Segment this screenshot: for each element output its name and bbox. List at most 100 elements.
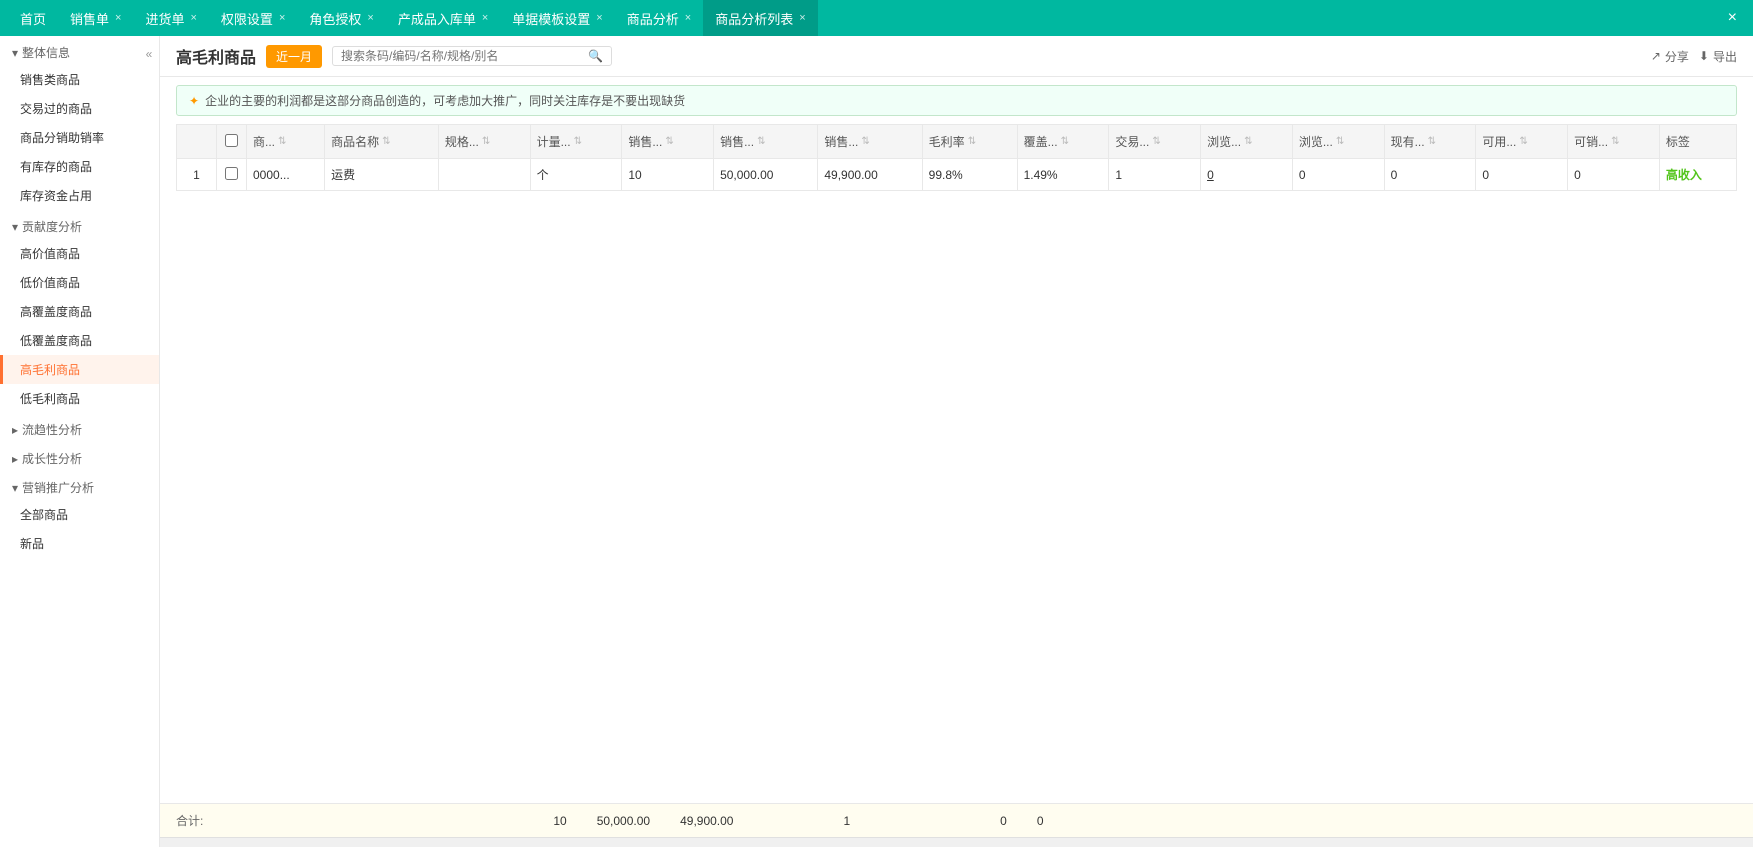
cell-checkbox[interactable] <box>217 159 247 191</box>
cell-sales-cost: 49,900.00 <box>818 159 922 191</box>
chevron-down-icon-2 <box>12 220 18 234</box>
nav-role-auth[interactable]: 角色授权 × <box>297 0 385 36</box>
sort-icon-views2[interactable]: ⇅ <box>1336 136 1344 147</box>
share-button[interactable]: ↗ 分享 <box>1651 48 1689 65</box>
cell-coverage: 1.49% <box>1017 159 1109 191</box>
nav-purchase-order[interactable]: 进货单 × <box>133 0 208 36</box>
footer-stock-sellable: 0 <box>1037 814 1044 828</box>
sidebar-item-sales-goods[interactable]: 销售类商品 <box>0 65 159 94</box>
nav-product-analysis[interactable]: 商品分析 × <box>615 0 703 36</box>
nav-product-analysis-close[interactable]: × <box>685 12 691 24</box>
th-views1[interactable]: 浏览... ⇅ <box>1201 125 1293 159</box>
sidebar-item-high-coverage[interactable]: 高覆盖度商品 <box>0 297 159 326</box>
sidebar-group-growth[interactable]: 成长性分析 <box>0 442 159 471</box>
sort-icon-unit[interactable]: ⇅ <box>574 136 582 147</box>
th-tag: 标签 <box>1659 125 1736 159</box>
th-checkbox[interactable] <box>217 125 247 159</box>
top-navigation: 首页 销售单 × 进货单 × 权限设置 × 角色授权 × 产成品入库单 × 单据… <box>0 0 1753 36</box>
nav-sales-order[interactable]: 销售单 × <box>58 0 133 36</box>
sidebar-item-high-value[interactable]: 高价值商品 <box>0 239 159 268</box>
sidebar-item-low-margin[interactable]: 低毛利商品 <box>0 384 159 413</box>
sidebar-item-distribution-rate[interactable]: 商品分销助销率 <box>0 123 159 152</box>
nav-template-settings-close[interactable]: × <box>596 12 602 24</box>
th-stock-available[interactable]: 可用... ⇅ <box>1476 125 1568 159</box>
sort-icon-stock-available[interactable]: ⇅ <box>1519 136 1527 147</box>
cell-gross-margin: 99.8% <box>922 159 1017 191</box>
sort-icon-transactions[interactable]: ⇅ <box>1152 136 1160 147</box>
sort-icon-sales-amount[interactable]: ⇅ <box>757 136 765 147</box>
select-all-checkbox[interactable] <box>225 134 238 147</box>
nav-permission-settings[interactable]: 权限设置 × <box>209 0 297 36</box>
row-checkbox[interactable] <box>225 167 238 180</box>
cell-code: 0000... <box>247 159 325 191</box>
sidebar-item-stock-capital[interactable]: 库存资金占用 <box>0 181 159 210</box>
nav-template-settings[interactable]: 单据模板设置 × <box>500 0 614 36</box>
th-stock-current[interactable]: 现有... ⇅ <box>1384 125 1476 159</box>
sidebar-group-marketing[interactable]: 营销推广分析 <box>0 471 159 500</box>
th-transactions[interactable]: 交易... ⇅ <box>1109 125 1201 159</box>
nav-purchase-order-close[interactable]: × <box>190 12 196 24</box>
nav-sales-order-close[interactable]: × <box>115 12 121 24</box>
sort-icon-views1[interactable]: ⇅ <box>1244 136 1252 147</box>
sidebar: 整体信息 销售类商品 交易过的商品 商品分销助销率 有库存的商品 库存资金占用 … <box>0 36 160 847</box>
chevron-right-icon <box>12 423 18 437</box>
sidebar-group-overall[interactable]: 整体信息 <box>0 36 159 65</box>
filter-recent-month-button[interactable]: 近一月 <box>266 45 322 68</box>
cell-transactions: 1 <box>1109 159 1201 191</box>
sort-icon-sales-cost[interactable]: ⇅ <box>861 136 869 147</box>
th-sales-qty[interactable]: 销售... ⇅ <box>622 125 714 159</box>
sidebar-item-stocked-goods[interactable]: 有库存的商品 <box>0 152 159 181</box>
th-stock-sellable[interactable]: 可销... ⇅ <box>1568 125 1660 159</box>
sidebar-group-trend[interactable]: 流趋性分析 <box>0 413 159 442</box>
nav-role-auth-close[interactable]: × <box>367 12 373 24</box>
export-button[interactable]: ⬇ 导出 <box>1699 48 1737 65</box>
th-unit[interactable]: 计量... ⇅ <box>530 125 622 159</box>
header-actions: ↗ 分享 ⬇ 导出 <box>1651 48 1737 65</box>
footer-bar: 合计: 10 50,000.00 49,900.00 1 0 0 <box>160 803 1753 837</box>
sort-icon-code[interactable]: ⇅ <box>278 136 286 147</box>
window-close-button[interactable]: × <box>1720 9 1745 27</box>
sidebar-group-contribution[interactable]: 贡献度分析 <box>0 210 159 239</box>
nav-home[interactable]: 首页 <box>8 0 58 36</box>
search-icon[interactable]: 🔍 <box>588 49 603 63</box>
info-icon: ✦ <box>189 94 199 108</box>
footer-sales-amount: 50,000.00 <box>597 814 650 828</box>
sidebar-item-low-value[interactable]: 低价值商品 <box>0 268 159 297</box>
sidebar-item-traded-goods[interactable]: 交易过的商品 <box>0 94 159 123</box>
nav-product-analysis-list[interactable]: 商品分析列表 × <box>703 0 817 36</box>
sidebar-item-high-margin[interactable]: 高毛利商品 <box>0 355 159 384</box>
th-coverage[interactable]: 覆盖... ⇅ <box>1017 125 1109 159</box>
sort-icon-coverage[interactable]: ⇅ <box>1061 136 1069 147</box>
th-name[interactable]: 商品名称 ⇅ <box>325 125 439 159</box>
sort-icon-spec[interactable]: ⇅ <box>482 136 490 147</box>
sidebar-collapse-button[interactable] <box>139 44 159 64</box>
sort-icon-sales-qty[interactable]: ⇅ <box>665 136 673 147</box>
share-icon: ↗ <box>1651 49 1661 63</box>
sidebar-item-all-goods[interactable]: 全部商品 <box>0 500 159 529</box>
nav-product-inbound[interactable]: 产成品入库单 × <box>386 0 500 36</box>
table-wrapper[interactable]: 商... ⇅ 商品名称 ⇅ 规格... <box>160 124 1753 803</box>
nav-permission-settings-close[interactable]: × <box>279 12 285 24</box>
sort-icon-name[interactable]: ⇅ <box>382 136 390 147</box>
cell-index: 1 <box>177 159 217 191</box>
th-code[interactable]: 商... ⇅ <box>247 125 325 159</box>
search-input[interactable] <box>341 49 584 63</box>
th-spec[interactable]: 规格... ⇅ <box>438 125 530 159</box>
th-sales-cost[interactable]: 销售... ⇅ <box>818 125 922 159</box>
sidebar-item-new-products[interactable]: 新品 <box>0 529 159 558</box>
sort-icon-stock-current[interactable]: ⇅ <box>1428 136 1436 147</box>
footer-sales-qty: 10 <box>553 814 566 828</box>
table-body: 1 0000... 运费 个 10 50,000.00 49,900.00 99… <box>177 159 1737 191</box>
horizontal-scrollbar[interactable] <box>160 837 1753 847</box>
sort-icon-gross-margin[interactable]: ⇅ <box>968 136 976 147</box>
nav-product-inbound-close[interactable]: × <box>482 12 488 24</box>
cell-views1[interactable]: 0 <box>1201 159 1293 191</box>
th-sales-amount[interactable]: 销售... ⇅ <box>714 125 818 159</box>
sidebar-item-low-coverage[interactable]: 低覆盖度商品 <box>0 326 159 355</box>
search-box[interactable]: 🔍 <box>332 46 612 66</box>
nav-product-analysis-list-close[interactable]: × <box>799 12 805 24</box>
th-gross-margin[interactable]: 毛利率 ⇅ <box>922 125 1017 159</box>
th-views2[interactable]: 浏览... ⇅ <box>1292 125 1384 159</box>
sort-icon-stock-sellable[interactable]: ⇅ <box>1611 136 1619 147</box>
cell-views2: 0 <box>1292 159 1384 191</box>
